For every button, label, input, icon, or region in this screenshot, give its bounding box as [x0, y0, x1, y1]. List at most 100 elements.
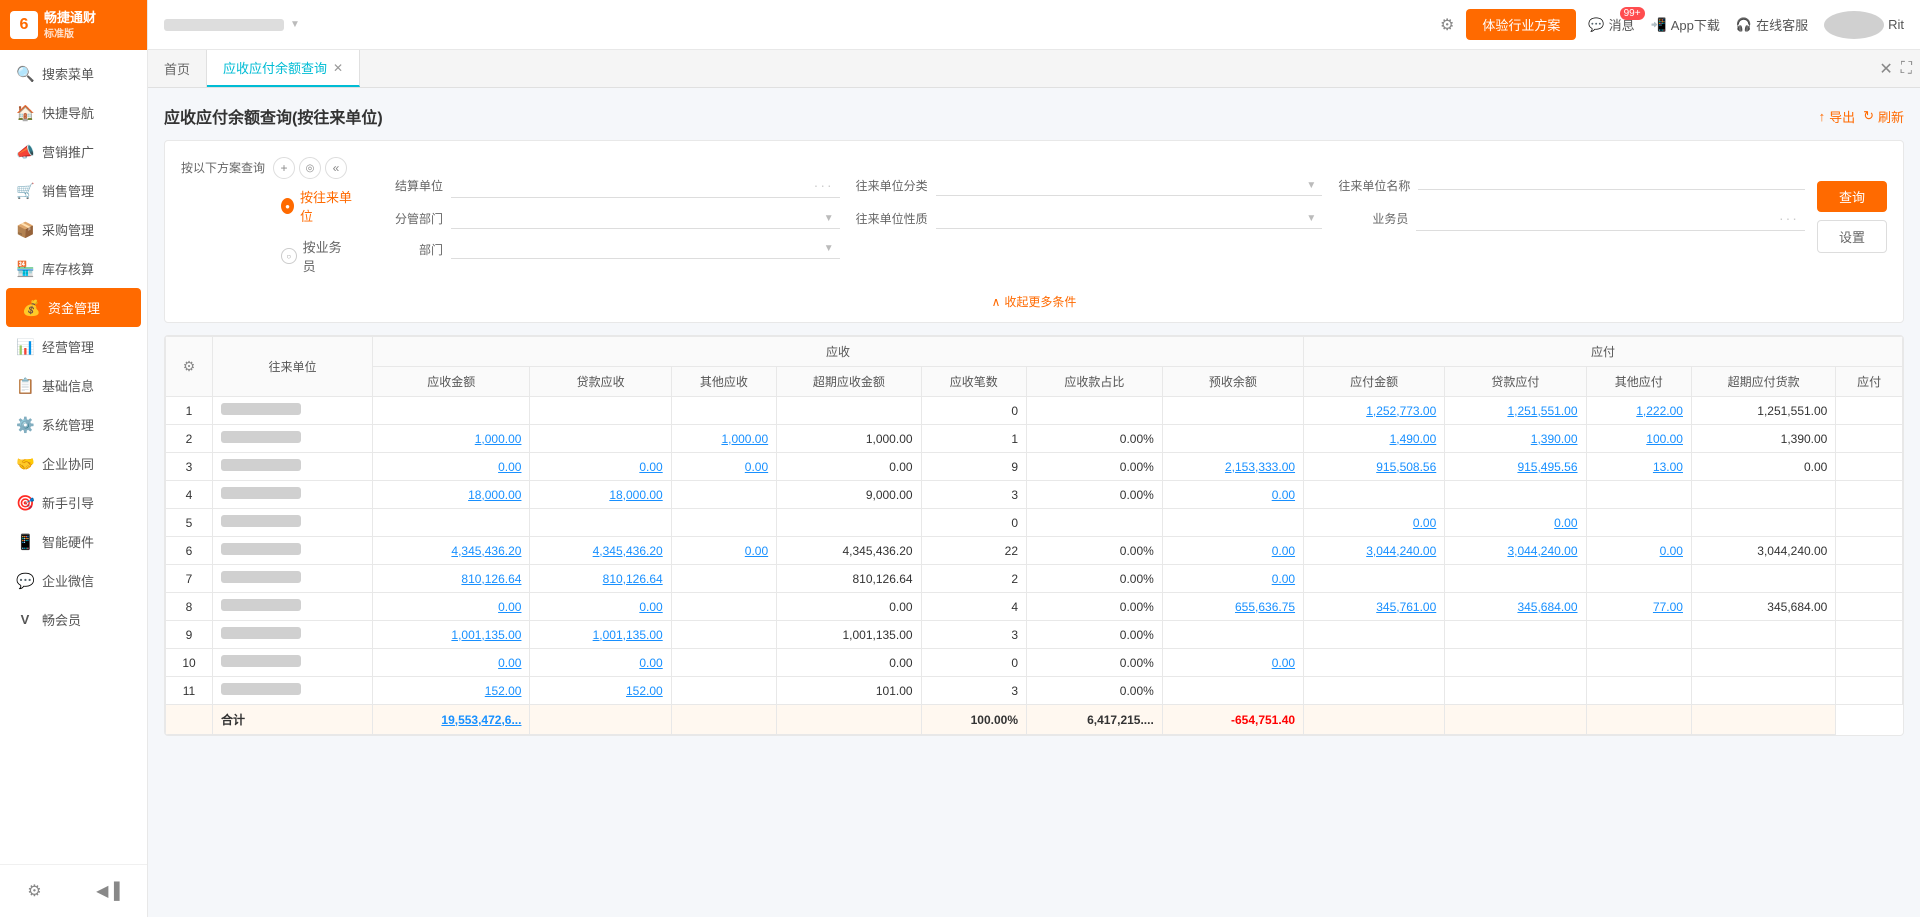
- tab-bar: 首页 应收应付余额查询 ✕ ✕ ⛶: [148, 50, 1920, 88]
- sidebar-item-guide[interactable]: 🎯 新手引导: [0, 483, 147, 522]
- sidebar-item-member[interactable]: V 畅会员: [0, 600, 147, 639]
- message-icon: 💬: [1588, 17, 1604, 33]
- online-service-button[interactable]: 🎧 在线客服: [1736, 15, 1808, 34]
- table-row: 64,345,436.204,345,436.200.004,345,436.2…: [166, 537, 1903, 565]
- settings-gear-icon[interactable]: ⚙: [1440, 15, 1454, 35]
- filter-panel: 按以下方案查询 + ◎ « ● 按往来单位 ○ 按业务员: [164, 140, 1904, 323]
- table-row: 7810,126.64810,126.64810,126.6420.00%0.0…: [166, 565, 1903, 593]
- scheme-controls: + ◎ «: [273, 153, 361, 179]
- sidebar-item-purchase[interactable]: 📦 采购管理: [0, 210, 147, 249]
- col-ar-overdue: 超期应收金额: [777, 367, 921, 397]
- solution-button[interactable]: 体验行业方案: [1466, 9, 1576, 40]
- filter-settlement-unit: 结算单位 ···: [373, 173, 840, 198]
- scheme-by-staff[interactable]: ○ 按业务员: [273, 233, 361, 279]
- footer-label: 合计: [213, 705, 373, 735]
- user-menu[interactable]: Rit: [1824, 11, 1904, 39]
- member-icon: V: [16, 612, 34, 627]
- col-ar-count: 应收笔数: [921, 367, 1026, 397]
- collapse-button[interactable]: ∧ 收起更多条件: [181, 289, 1887, 318]
- col-ar-amount: 应收金额: [373, 367, 530, 397]
- query-button[interactable]: 查询: [1817, 181, 1887, 212]
- col-ap-amount: 应付金额: [1304, 367, 1445, 397]
- data-table: ⚙ 往来单位 应收 应付 应收金额 贷款应收 其他应收 超: [165, 336, 1903, 735]
- sidebar-bottom: ⚙ ◀▐: [0, 864, 147, 917]
- col-ar-ratio: 应收款占比: [1027, 367, 1163, 397]
- partner-category-arrow: ▼: [1306, 180, 1316, 191]
- sidebar-settings-btn[interactable]: ⚙: [19, 873, 49, 909]
- scheme-by-partner[interactable]: ● 按往来单位: [273, 183, 361, 229]
- sidebar-item-marketing[interactable]: 📣 营销推广: [0, 132, 147, 171]
- sidebar-item-system[interactable]: ⚙️ 系统管理: [0, 405, 147, 444]
- partner-nature-input[interactable]: ▼: [936, 209, 1323, 229]
- tab-home[interactable]: 首页: [148, 50, 207, 87]
- tab-expand-icon[interactable]: ⛶: [1901, 60, 1912, 78]
- breadcrumb-text: [164, 19, 284, 31]
- col-ap-loan: 贷款应付: [1445, 367, 1586, 397]
- sidebar-item-finance[interactable]: 💰 资金管理: [6, 288, 141, 327]
- refresh-button[interactable]: ↻ 刷新: [1863, 107, 1904, 126]
- setting-button[interactable]: 设置: [1817, 220, 1887, 253]
- add-scheme-btn[interactable]: +: [273, 157, 295, 179]
- collapse-scheme-btn[interactable]: «: [325, 157, 347, 179]
- partner-nature-label: 往来单位性质: [856, 210, 928, 227]
- sidebar-item-basic[interactable]: 📋 基础信息: [0, 366, 147, 405]
- settlement-unit-dots: ···: [814, 177, 834, 193]
- tab-close-window-icon[interactable]: ✕: [1879, 59, 1892, 79]
- partner-category-input[interactable]: ▼: [936, 176, 1323, 196]
- tab-ar-ap[interactable]: 应收应付余额查询 ✕: [207, 50, 360, 87]
- table-settings-icon[interactable]: ⚙: [174, 352, 204, 382]
- sidebar-item-quicknav[interactable]: 🏠 快捷导航: [0, 93, 147, 132]
- sidebar-item-hardware[interactable]: 📱 智能硬件: [0, 522, 147, 561]
- scheme-staff-icon: ○: [281, 248, 297, 264]
- wechat-icon: 💬: [16, 572, 34, 590]
- sidebar-item-collab[interactable]: 🤝 企业协同: [0, 444, 147, 483]
- footer-empty8: [1691, 705, 1835, 735]
- main-content: 应收应付余额查询(按往来单位) ↑ 导出 ↻ 刷新 按以下方案查询 + ◎ «: [148, 88, 1920, 917]
- dept-manager-input[interactable]: ▼: [451, 209, 840, 229]
- scheme-label: 按以下方案查询: [181, 153, 265, 176]
- col-ap-extra: 应付: [1836, 367, 1903, 397]
- col-group-ap: 应付: [1304, 337, 1903, 367]
- message-button[interactable]: 💬 消息 99+: [1588, 15, 1634, 34]
- tab-close-icon[interactable]: ✕: [333, 61, 343, 75]
- app-icon: 📲: [1651, 17, 1667, 33]
- app-download-button[interactable]: 📲 App下载: [1651, 15, 1720, 34]
- sidebar-item-inventory[interactable]: 🏪 库存核算: [0, 249, 147, 288]
- sidebar-item-search[interactable]: 🔍 搜索菜单: [0, 54, 147, 93]
- sidebar-item-sales[interactable]: 🛒 销售管理: [0, 171, 147, 210]
- sidebar-item-wechat[interactable]: 💬 企业微信: [0, 561, 147, 600]
- sidebar-item-operations[interactable]: 📊 经营管理: [0, 327, 147, 366]
- col-group-ar: 应收: [373, 337, 1304, 367]
- footer-empty: [166, 705, 213, 735]
- collab-icon: 🤝: [16, 455, 34, 473]
- settlement-unit-input[interactable]: ···: [451, 173, 840, 198]
- col-header-partner: 往来单位: [213, 337, 373, 397]
- table-row: 21,000.001,000.001,000.0010.00%1,490.001…: [166, 425, 1903, 453]
- page-header: 应收应付余额查询(按往来单位) ↑ 导出 ↻ 刷新: [164, 104, 1904, 128]
- col-ap-overdue: 超期应付货款: [1691, 367, 1835, 397]
- filter-partner-nature: 往来单位性质 ▼: [856, 206, 1323, 231]
- sidebar-collapse-btn[interactable]: ◀▐: [88, 873, 128, 909]
- finance-icon: 💰: [22, 299, 40, 317]
- data-table-container: ⚙ 往来单位 应收 应付 应收金额 贷款应收 其他应收 超: [164, 335, 1904, 736]
- partner-name-input[interactable]: [1418, 181, 1805, 190]
- scheme-selector: 按以下方案查询 + ◎ « ● 按往来单位 ○ 按业务员: [181, 153, 361, 279]
- edit-scheme-btn[interactable]: ◎: [299, 157, 321, 179]
- tab-controls: ✕ ⛶: [1871, 50, 1920, 87]
- filter-partner-name: 往来单位名称: [1338, 173, 1805, 198]
- table-row: 30.000.000.000.0090.00%2,153,333.00915,5…: [166, 453, 1903, 481]
- message-badge: 99+: [1620, 7, 1645, 20]
- basic-icon: 📋: [16, 377, 34, 395]
- purchase-icon: 📦: [16, 221, 34, 239]
- export-button[interactable]: ↑ 导出: [1819, 107, 1856, 126]
- salesperson-label: 业务员: [1338, 210, 1408, 227]
- filter-dept-manager: 分管部门 ▼: [373, 206, 840, 231]
- dept-label: 部门: [373, 241, 443, 258]
- breadcrumb-arrow: ▼: [290, 19, 300, 30]
- guide-icon: 🎯: [16, 494, 34, 512]
- settlement-unit-label: 结算单位: [373, 177, 443, 194]
- salesperson-input[interactable]: ···: [1416, 206, 1805, 231]
- dept-input[interactable]: ▼: [451, 239, 840, 259]
- footer-ar-prepay: 6,417,215....: [1027, 705, 1163, 735]
- table-row: 101,252,773.001,251,551.001,222.001,251,…: [166, 397, 1903, 425]
